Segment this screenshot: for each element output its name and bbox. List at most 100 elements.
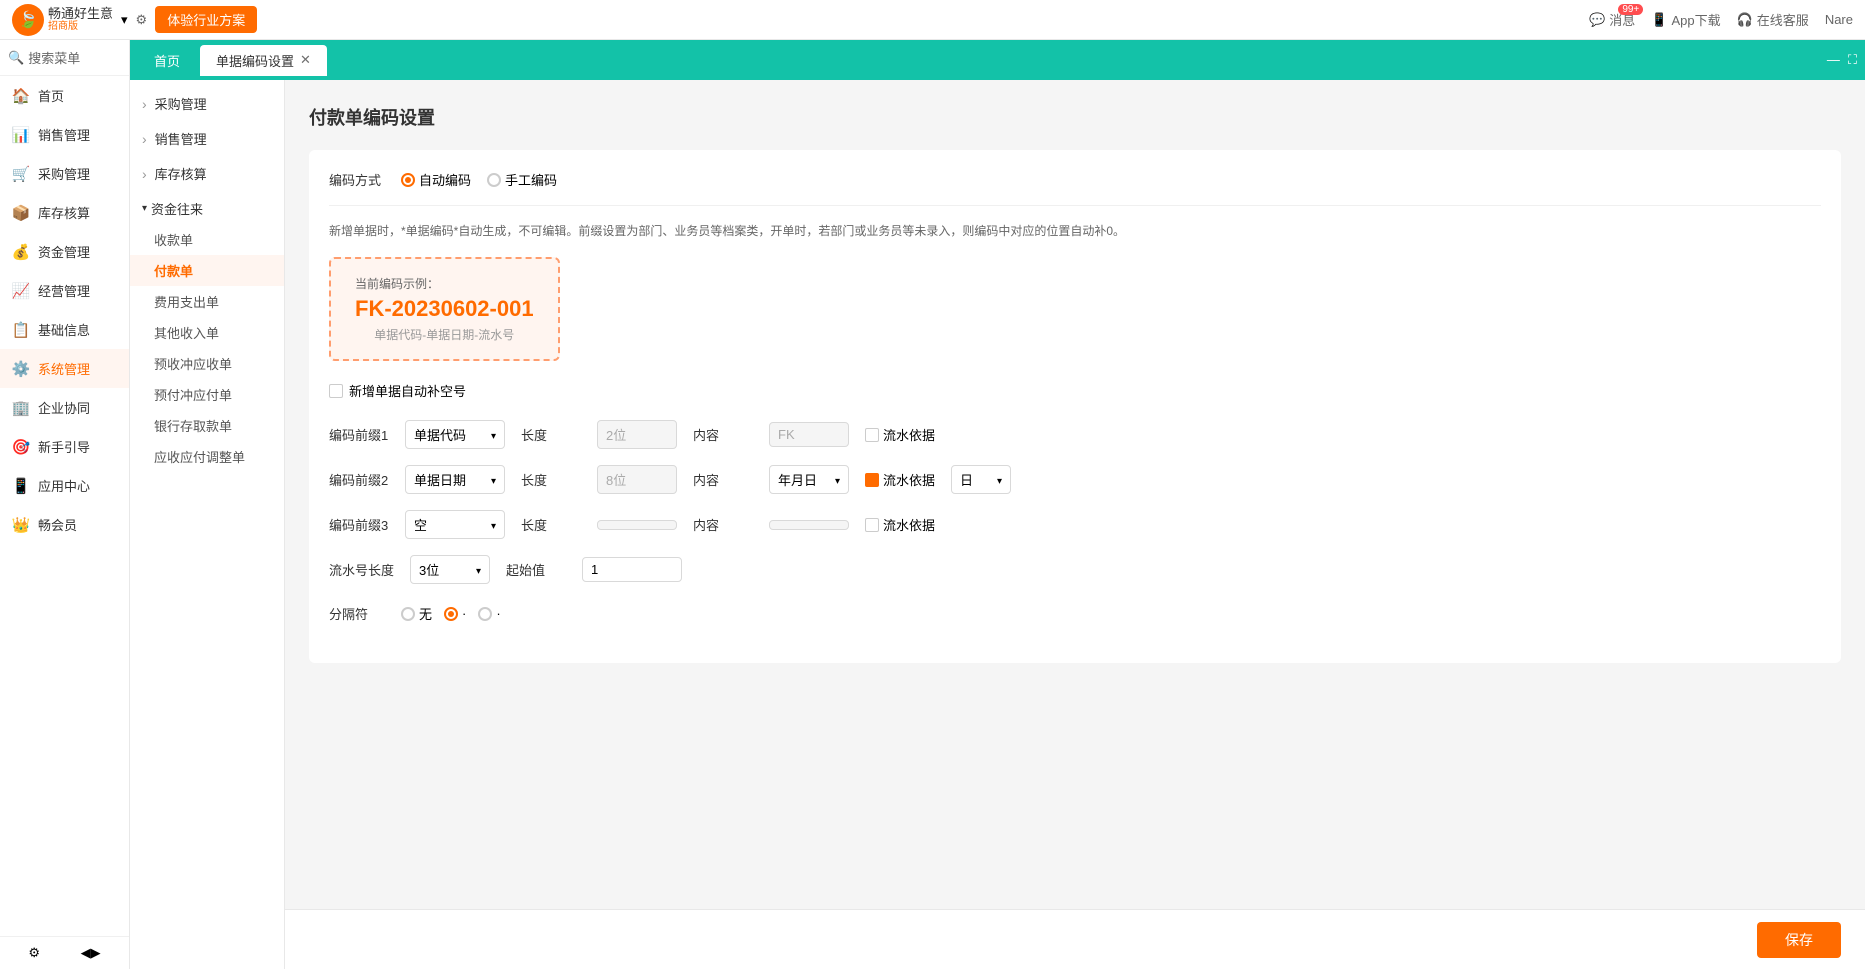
user-name: Nare: [1825, 12, 1853, 27]
sub-item-other-income[interactable]: 其他收入单: [130, 317, 284, 348]
app-download-button[interactable]: 📱 App下载: [1651, 10, 1720, 29]
home-icon: 🏠: [12, 87, 30, 105]
stream-label-1: 流水依据: [883, 425, 935, 444]
prefix-row-1: 编码前缀1 单据代码 长度 2位 内容 FK 流水依据: [329, 420, 1821, 449]
tab-close-icon[interactable]: ✕: [300, 52, 311, 68]
sub-group-purchase-title[interactable]: 采购管理: [130, 88, 284, 119]
sidebar-bottom: ⚙ ◀▶: [0, 936, 129, 969]
content-select-2-value: 年月日: [778, 470, 831, 489]
serial-select[interactable]: 3位: [410, 555, 490, 584]
sub-group-sales-title[interactable]: 销售管理: [130, 123, 284, 154]
encoding-method-label: 编码方式: [329, 170, 381, 189]
sep-none-radio[interactable]: [401, 607, 415, 621]
minimize-icon[interactable]: —: [1827, 52, 1840, 68]
settings-icon[interactable]: ⚙: [136, 12, 148, 28]
messages-button[interactable]: 💬 消息 99+: [1589, 10, 1635, 29]
serial-row: 流水号长度 3位 起始值: [329, 555, 1821, 584]
prefix-row-2: 编码前缀2 单据日期 长度 8位 内容 年月日: [329, 465, 1821, 494]
operations-icon: 📈: [12, 282, 30, 300]
topbar: 🍃 畅通好生意 招商版 ▾ ⚙ 体验行业方案 💬 消息 99+ 📱 App下载 …: [0, 0, 1865, 40]
funds-icon: 💰: [12, 243, 30, 261]
content-label-3: 内容: [693, 515, 753, 534]
content-label-2: 内容: [693, 470, 753, 489]
service-icon: 🎧: [1737, 12, 1753, 28]
stream-checkbox-3[interactable]: [865, 518, 879, 532]
sub-item-prepay-offset[interactable]: 预收冲应收单: [130, 348, 284, 379]
sub-item-bank[interactable]: 银行存取款单: [130, 410, 284, 441]
sub-item-payment[interactable]: 付款单: [130, 255, 284, 286]
auto-encode-option[interactable]: 自动编码: [401, 170, 471, 189]
sub-item-advance-offset[interactable]: 预付冲应付单: [130, 379, 284, 410]
length-label-1: 长度: [521, 425, 581, 444]
content-label-1: 内容: [693, 425, 753, 444]
prefix-select-1-value: 单据代码: [414, 425, 487, 444]
industry-solution-button[interactable]: 体验行业方案: [155, 6, 257, 33]
topbar-right: 💬 消息 99+ 📱 App下载 🎧 在线客服 Nare: [1589, 10, 1853, 29]
member-icon: 👑: [12, 516, 30, 534]
sidebar-item-purchase[interactable]: 🛒 采购管理: [0, 154, 129, 193]
prefix-select-3-arrow: [491, 517, 496, 532]
sidebar-settings-icon[interactable]: ⚙: [28, 945, 40, 961]
sub-group-purchase: 采购管理: [130, 88, 284, 119]
sidebar-item-newbie[interactable]: 🎯 新手引导: [0, 427, 129, 466]
sidebar-item-sales[interactable]: 📊 销售管理: [0, 115, 129, 154]
sidebar-item-home[interactable]: 🏠 首页: [0, 76, 129, 115]
save-button[interactable]: 保存: [1757, 922, 1841, 958]
tab-encoding-settings[interactable]: 单据编码设置 ✕: [200, 45, 327, 76]
user-account[interactable]: Nare: [1825, 12, 1853, 27]
content-value-1: FK: [769, 422, 849, 447]
sep-dot-radio[interactable]: [444, 607, 458, 621]
stream-row-2: 流水依据: [865, 470, 935, 489]
search-menu[interactable]: 🔍 搜索菜单: [0, 40, 129, 76]
sidebar-item-system[interactable]: ⚙️ 系统管理: [0, 349, 129, 388]
sub-item-adjust[interactable]: 应收应付调整单: [130, 441, 284, 472]
sep-none-option[interactable]: 无: [401, 604, 432, 623]
tabbar-actions: — ⛶: [1827, 52, 1857, 68]
sidebar-item-enterprise[interactable]: 🏢 企业协同: [0, 388, 129, 427]
sidebar-item-inventory[interactable]: 📦 库存核算: [0, 193, 129, 232]
example-desc: 单据代码-单据日期-流水号: [355, 326, 534, 343]
tab-home[interactable]: 首页: [138, 45, 196, 76]
start-value-input[interactable]: [582, 557, 682, 582]
apps-icon: 📱: [12, 477, 30, 495]
sub-group-inventory: 库存核算: [130, 158, 284, 189]
length-label-2: 长度: [521, 470, 581, 489]
sub-item-receipt[interactable]: 收款单: [130, 224, 284, 255]
stream-checkbox-2[interactable]: [865, 473, 879, 487]
sub-group-sales: 销售管理: [130, 123, 284, 154]
prefix-select-1[interactable]: 单据代码: [405, 420, 505, 449]
page-title: 付款单编码设置: [309, 104, 1841, 130]
auto-fill-checkbox[interactable]: [329, 384, 343, 398]
sep-other-option[interactable]: ·: [478, 606, 500, 621]
sidebar-item-apps[interactable]: 📱 应用中心: [0, 466, 129, 505]
separator-label: 分隔符: [329, 604, 389, 623]
sep-dot-option[interactable]: ·: [444, 606, 466, 621]
content-select-2[interactable]: 年月日: [769, 465, 849, 494]
sub-item-expense[interactable]: 费用支出单: [130, 286, 284, 317]
sidebar-collapse-icon[interactable]: ◀▶: [81, 945, 101, 961]
prefix-select-2[interactable]: 单据日期: [405, 465, 505, 494]
message-icon: 💬: [1589, 12, 1605, 28]
sidebar-item-basic[interactable]: 📋 基础信息: [0, 310, 129, 349]
stream-label-3: 流水依据: [883, 515, 935, 534]
prefix-select-3[interactable]: 空: [405, 510, 505, 539]
sub-group-inventory-title[interactable]: 库存核算: [130, 158, 284, 189]
nav-dropdown-arrow[interactable]: ▾: [121, 12, 128, 28]
manual-encode-radio[interactable]: [487, 173, 501, 187]
sidebar-item-funds[interactable]: 💰 资金管理: [0, 232, 129, 271]
manual-encode-option[interactable]: 手工编码: [487, 170, 557, 189]
prefix-select-2-value: 单据日期: [414, 470, 487, 489]
stream-select-2-arrow: [997, 472, 1002, 487]
download-icon: 📱: [1651, 12, 1667, 28]
stream-checkbox-1[interactable]: [865, 428, 879, 442]
sep-other-radio[interactable]: [478, 607, 492, 621]
sidebar-item-member[interactable]: 👑 畅会员: [0, 505, 129, 544]
maximize-icon[interactable]: ⛶: [1848, 52, 1857, 68]
sidebar-item-operations[interactable]: 📈 经营管理: [0, 271, 129, 310]
auto-encode-radio[interactable]: [401, 173, 415, 187]
stream-select-2-value: 日: [960, 470, 993, 489]
sub-group-funds-title[interactable]: ▾ 资金往来: [130, 193, 284, 224]
stream-select-2[interactable]: 日: [951, 465, 1011, 494]
example-code: FK-20230602-001: [355, 296, 534, 322]
online-service-button[interactable]: 🎧 在线客服: [1737, 10, 1809, 29]
